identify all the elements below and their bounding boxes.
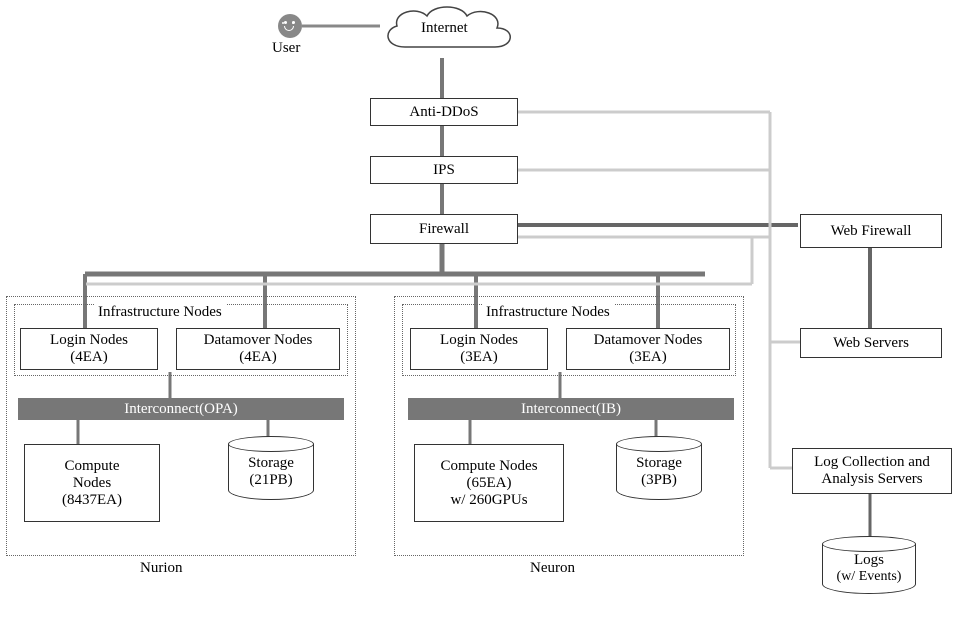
web-firewall-node: Web Firewall	[800, 214, 942, 248]
network-architecture-diagram: User Internet Anti-DDoS IPS Firewall Web…	[0, 0, 961, 629]
neuron-name: Neuron	[530, 560, 575, 577]
nurion-interconnect-label: Interconnect(OPA)	[124, 401, 238, 418]
nurion-login-nodes: Login Nodes (4EA)	[20, 328, 158, 370]
neuron-datamover-nodes: Datamover Nodes (3EA)	[566, 328, 730, 370]
log-servers-node: Log Collection and Analysis Servers	[792, 448, 952, 494]
nurion-login-l2: (4EA)	[70, 349, 108, 366]
neuron-dm-l1: Datamover Nodes	[594, 332, 703, 349]
nurion-infra-title: Infrastructure Nodes	[94, 304, 226, 321]
neuron-compute-nodes: Compute Nodes (65EA) w/ 260GPUs	[414, 444, 564, 522]
neuron-compute-l2: (65EA)	[467, 475, 512, 492]
nurion-storage-l2: (21PB)	[249, 472, 292, 489]
nurion-name: Nurion	[140, 560, 183, 577]
ips-node: IPS	[370, 156, 518, 184]
ips-label: IPS	[433, 162, 455, 179]
firewall-label: Firewall	[419, 221, 469, 238]
internet-label: Internet	[421, 20, 468, 37]
neuron-compute-l1: Compute Nodes	[440, 458, 537, 475]
logs-cylinder: Logs (w/ Events)	[822, 544, 916, 594]
nurion-datamover-nodes: Datamover Nodes (4EA)	[176, 328, 340, 370]
nurion-compute-l3: (8437EA)	[62, 492, 122, 509]
anti-ddos-label: Anti-DDoS	[409, 104, 478, 121]
log-servers-l2: Analysis Servers	[821, 471, 922, 488]
nurion-dm-l2: (4EA)	[239, 349, 277, 366]
logs-l1: Logs	[854, 552, 884, 569]
neuron-storage-cylinder: Storage (3PB)	[616, 444, 702, 500]
nurion-storage-cylinder: Storage (21PB)	[228, 444, 314, 500]
nurion-interconnect: Interconnect(OPA)	[18, 398, 344, 420]
nurion-compute-l1: Compute	[65, 458, 120, 475]
neuron-login-nodes: Login Nodes (3EA)	[410, 328, 548, 370]
anti-ddos-node: Anti-DDoS	[370, 98, 518, 126]
web-firewall-label: Web Firewall	[831, 223, 912, 240]
neuron-infra-title: Infrastructure Nodes	[482, 304, 614, 321]
web-servers-label: Web Servers	[833, 335, 909, 352]
neuron-storage-l1: Storage	[636, 455, 682, 472]
firewall-node: Firewall	[370, 214, 518, 244]
neuron-storage-l2: (3PB)	[641, 472, 677, 489]
nurion-storage-l1: Storage	[248, 455, 294, 472]
web-servers-node: Web Servers	[800, 328, 942, 358]
nurion-compute-nodes: Compute Nodes (8437EA)	[24, 444, 160, 522]
internet-cloud: Internet	[375, 2, 525, 62]
logs-l2: (w/ Events)	[837, 569, 902, 585]
neuron-login-l2: (3EA)	[460, 349, 498, 366]
user-label: User	[272, 40, 300, 57]
neuron-compute-l3: w/ 260GPUs	[450, 492, 527, 509]
user-icon	[278, 14, 302, 38]
neuron-interconnect-label: Interconnect(IB)	[521, 401, 621, 418]
neuron-dm-l2: (3EA)	[629, 349, 667, 366]
nurion-compute-l2: Nodes	[73, 475, 111, 492]
neuron-interconnect: Interconnect(IB)	[408, 398, 734, 420]
nurion-dm-l1: Datamover Nodes	[204, 332, 313, 349]
neuron-login-l1: Login Nodes	[440, 332, 518, 349]
log-servers-l1: Log Collection and	[814, 454, 930, 471]
nurion-login-l1: Login Nodes	[50, 332, 128, 349]
